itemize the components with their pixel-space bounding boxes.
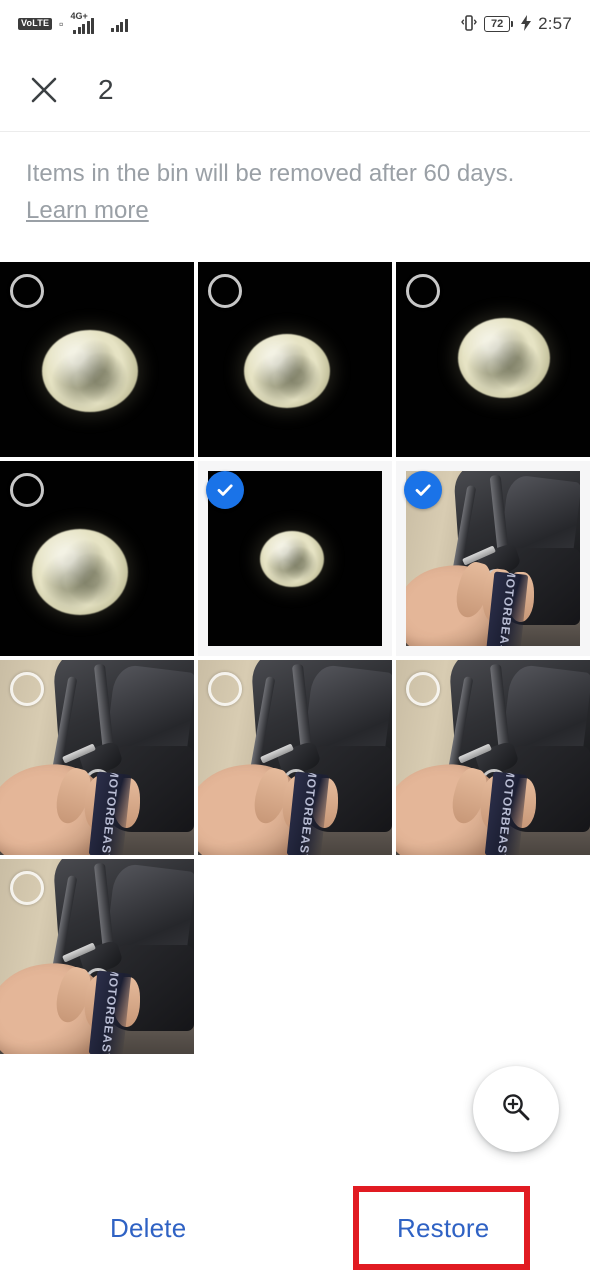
selection-count-label: 2 [98, 73, 114, 105]
signal-bars-sim1 [73, 18, 95, 34]
checkbox-selected[interactable] [206, 471, 244, 509]
photo-grid-item[interactable]: MOTORBEAST [198, 660, 392, 855]
photo-grid-item[interactable]: MOTORBEAST [396, 461, 590, 656]
volte-badge: VoLTE [18, 18, 53, 30]
lanyard-text: MOTORBEAST [98, 771, 123, 855]
photo-grid-item[interactable] [0, 262, 194, 457]
checkbox-selected[interactable] [404, 471, 442, 509]
photo-grid-item[interactable]: MOTORBEAST [0, 859, 194, 1054]
moon-disc [458, 318, 550, 398]
delete-button[interactable]: Delete [110, 1213, 186, 1244]
checkbox-unselected[interactable] [406, 274, 440, 308]
close-icon[interactable] [16, 62, 72, 118]
learn-more-link[interactable]: Learn more [26, 197, 149, 224]
sim-indicator-icon: ▫ [59, 17, 64, 31]
checkbox-unselected[interactable] [10, 672, 44, 706]
zoom-in-fab[interactable] [473, 1066, 559, 1152]
banner-message: Items in the bin will be removed after 6… [26, 160, 515, 187]
lanyard-text: MOTORBEAST [98, 970, 123, 1054]
phone-screen: VoLTE ▫ 4G+ 72 2:57 2 Items in the bin w… [0, 0, 590, 1280]
charging-bolt-icon [521, 15, 532, 33]
banner-text: Items in the bin will be removed after 6… [26, 155, 564, 229]
bottom-action-bar [0, 1176, 590, 1280]
status-bar-left: VoLTE ▫ 4G+ [18, 11, 128, 34]
zoom-in-icon [499, 1090, 533, 1129]
lanyard-text: MOTORBEAST [296, 771, 321, 855]
checkbox-unselected[interactable] [10, 473, 44, 507]
restore-button[interactable]: Restore [397, 1213, 489, 1244]
moon-disc [244, 334, 330, 408]
checkbox-unselected[interactable] [10, 274, 44, 308]
photo-grid-item[interactable] [0, 461, 194, 656]
photo-grid-item[interactable]: MOTORBEAST [396, 660, 590, 855]
status-bar: VoLTE ▫ 4G+ 72 2:57 [0, 0, 590, 48]
checkbox-unselected[interactable] [10, 871, 44, 905]
signal-bars-sim2 [111, 17, 128, 32]
battery-cap [511, 21, 514, 27]
network-type-label: 4G+ [70, 11, 88, 21]
vibrate-icon [461, 14, 477, 35]
battery-level-label: 72 [484, 16, 511, 32]
photo-grid-item[interactable] [396, 262, 590, 457]
battery-icon: 72 [484, 16, 514, 32]
moon-disc [260, 531, 324, 587]
photo-grid-item[interactable]: MOTORBEAST [0, 660, 194, 855]
status-bar-right: 72 2:57 [461, 14, 572, 35]
lanyard-text: MOTORBEAST [494, 570, 519, 646]
photo-grid: MOTORBEAST MOTORBEAST MOTORBEAST MOTORBEAST… [0, 262, 590, 1054]
checkbox-unselected[interactable] [208, 672, 242, 706]
bin-retention-banner: Items in the bin will be removed after 6… [0, 133, 590, 229]
signal-sim1-icon: 4G+ [70, 11, 95, 34]
app-bar: 2 [0, 48, 590, 132]
clock-label: 2:57 [538, 14, 572, 33]
moon-disc [32, 529, 128, 615]
moon-disc [42, 330, 138, 412]
photo-grid-item[interactable] [198, 461, 392, 656]
lanyard-text: MOTORBEAST [494, 771, 519, 855]
checkbox-unselected[interactable] [208, 274, 242, 308]
checkbox-unselected[interactable] [406, 672, 440, 706]
photo-grid-item[interactable] [198, 262, 392, 457]
